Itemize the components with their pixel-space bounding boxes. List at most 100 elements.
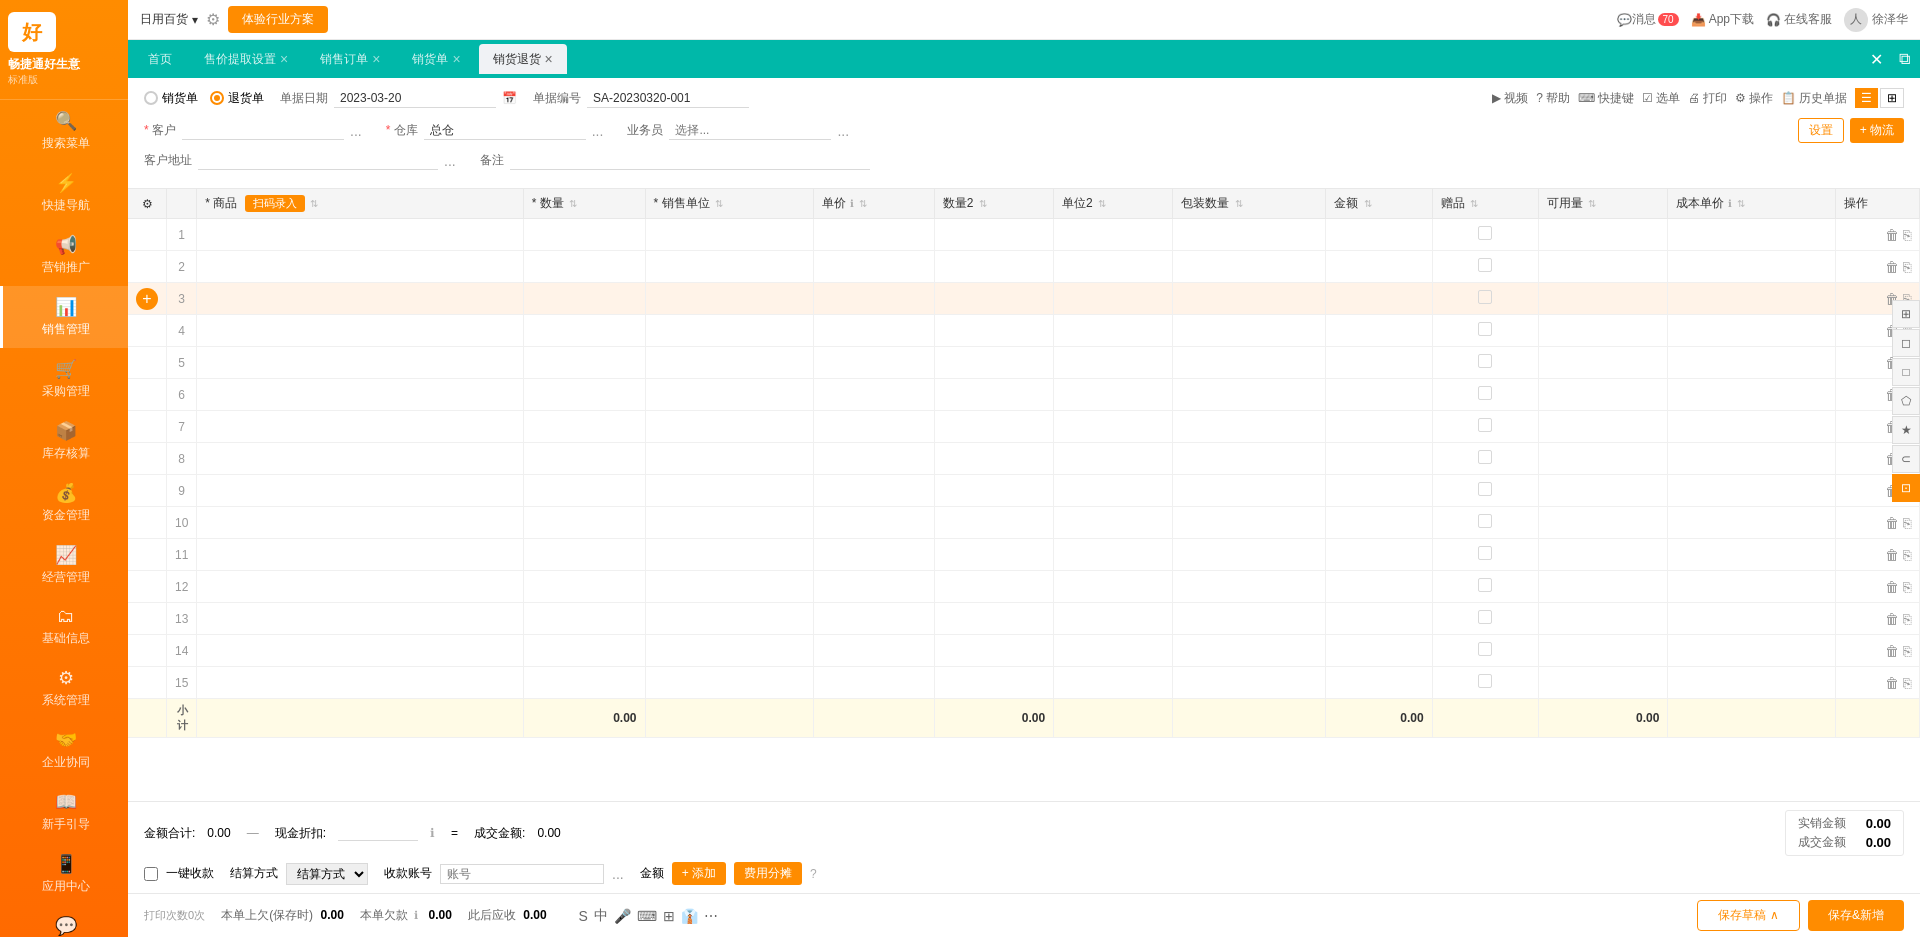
copy-row-btn[interactable]: ⎘	[1903, 643, 1911, 659]
product-cell[interactable]	[197, 539, 523, 571]
cost-price-cell[interactable]	[1668, 475, 1835, 507]
radio-return[interactable]: 退货单	[210, 90, 264, 107]
gift-checkbox[interactable]	[1478, 514, 1492, 528]
available-cell[interactable]	[1538, 443, 1668, 475]
gift-cell[interactable]	[1432, 571, 1538, 603]
gift-checkbox[interactable]	[1478, 290, 1492, 304]
amount-cell[interactable]	[1326, 603, 1432, 635]
cost-price-cell[interactable]	[1668, 443, 1835, 475]
online-service-btn[interactable]: 🎧 在线客服	[1766, 11, 1832, 28]
keyboard2-icon[interactable]: ⌨	[637, 908, 657, 924]
available-cell[interactable]	[1538, 219, 1668, 251]
sidebar-item-appstore[interactable]: 📱 应用中心	[0, 843, 128, 905]
cost-price-cell[interactable]	[1668, 571, 1835, 603]
cost-price-cell[interactable]	[1668, 507, 1835, 539]
pack-qty-cell[interactable]	[1173, 667, 1326, 699]
address-input[interactable]	[198, 151, 438, 170]
unit-cell[interactable]	[645, 219, 814, 251]
pack-qty-cell[interactable]	[1173, 251, 1326, 283]
sidebar-item-shortcut[interactable]: ⚡ 快捷导航	[0, 162, 128, 224]
qty2-cell[interactable]	[934, 571, 1053, 603]
product-cell[interactable]	[197, 667, 523, 699]
gift-checkbox[interactable]	[1478, 418, 1492, 432]
unit-cell[interactable]	[645, 411, 814, 443]
float-btn-4[interactable]: ⬠	[1892, 387, 1920, 415]
qty2-cell[interactable]	[934, 443, 1053, 475]
add-row-btn[interactable]: +	[136, 288, 158, 310]
sougou-icon[interactable]: S	[579, 908, 588, 924]
qty2-cell[interactable]	[934, 539, 1053, 571]
available-cell[interactable]	[1538, 635, 1668, 667]
gift-checkbox[interactable]	[1478, 674, 1492, 688]
pack-qty-cell[interactable]	[1173, 315, 1326, 347]
amount-cell[interactable]	[1326, 571, 1432, 603]
product-cell[interactable]	[197, 315, 523, 347]
sidebar-item-basic[interactable]: 🗂 基础信息	[0, 596, 128, 657]
notification-btn[interactable]: 💬 消息 70	[1617, 11, 1679, 28]
product-cell[interactable]	[197, 635, 523, 667]
product-cell[interactable]	[197, 571, 523, 603]
copy-row-btn[interactable]: ⎘	[1903, 675, 1911, 691]
gift-cell[interactable]	[1432, 507, 1538, 539]
unit-cell[interactable]	[645, 315, 814, 347]
qty2-sort-icon[interactable]: ⇅	[979, 198, 987, 209]
one-key-payment-checkbox[interactable]	[144, 867, 158, 881]
account-input[interactable]	[440, 864, 604, 884]
available-cell[interactable]	[1538, 571, 1668, 603]
tab-sales-order-close[interactable]: ×	[372, 51, 380, 67]
unit2-cell[interactable]	[1054, 635, 1173, 667]
settlement-method-select[interactable]: 结算方式	[286, 863, 368, 885]
tab-price-setup[interactable]: 售价提取设置 ×	[190, 44, 302, 74]
gift-checkbox[interactable]	[1478, 482, 1492, 496]
float-btn-6[interactable]: ⊂	[1892, 445, 1920, 473]
available-cell[interactable]	[1538, 507, 1668, 539]
unit2-cell[interactable]	[1054, 443, 1173, 475]
amount-cell[interactable]	[1326, 443, 1432, 475]
available-cell[interactable]	[1538, 251, 1668, 283]
gift-checkbox[interactable]	[1478, 354, 1492, 368]
pack-qty-cell[interactable]	[1173, 475, 1326, 507]
product-cell[interactable]	[197, 603, 523, 635]
price-cell[interactable]	[814, 347, 935, 379]
add-payment-btn[interactable]: + 添加	[672, 862, 726, 885]
sidebar-item-wechat[interactable]: 💬 企业微信	[0, 905, 128, 937]
radio-invoice[interactable]: 销货单	[144, 90, 198, 107]
product-input[interactable]	[205, 292, 514, 306]
unit-cell[interactable]	[645, 539, 814, 571]
float-btn-orange[interactable]: ⊡	[1892, 474, 1920, 502]
unit2-cell[interactable]	[1054, 507, 1173, 539]
gear-settings-icon[interactable]: ⚙	[206, 10, 220, 29]
unit2-cell[interactable]	[1054, 315, 1173, 347]
gift-cell[interactable]	[1432, 283, 1538, 315]
amount-cell[interactable]	[1326, 475, 1432, 507]
amount-cell[interactable]	[1326, 539, 1432, 571]
price-cell[interactable]	[814, 251, 935, 283]
chinese-icon[interactable]: 中	[594, 907, 608, 925]
pack-qty-cell[interactable]	[1173, 411, 1326, 443]
settings-button[interactable]: 设置	[1798, 118, 1844, 143]
qty2-cell[interactable]	[934, 603, 1053, 635]
pack-qty-cell[interactable]	[1173, 603, 1326, 635]
cost-sort-icon[interactable]: ⇅	[1737, 198, 1745, 209]
product-cell[interactable]	[197, 251, 523, 283]
qty2-cell[interactable]	[934, 379, 1053, 411]
tab-home[interactable]: 首页	[134, 44, 186, 74]
unit2-cell[interactable]	[1054, 411, 1173, 443]
cash-discount-input[interactable]	[338, 826, 418, 841]
save-draft-button[interactable]: 保存草稿 ∧	[1697, 900, 1800, 931]
warehouse-ellipsis-btn[interactable]: ...	[592, 123, 604, 139]
cost-price-cell[interactable]	[1668, 219, 1835, 251]
amount-cell[interactable]	[1326, 347, 1432, 379]
quantity-cell[interactable]	[523, 475, 645, 507]
delete-row-btn[interactable]: 🗑	[1885, 259, 1899, 275]
qty2-cell[interactable]	[934, 283, 1053, 315]
available-cell[interactable]	[1538, 411, 1668, 443]
cost-price-cell[interactable]	[1668, 347, 1835, 379]
sidebar-item-sales[interactable]: 📊 销售管理	[0, 286, 128, 348]
unit2-cell[interactable]	[1054, 475, 1173, 507]
sidebar-item-purchase[interactable]: 🛒 采购管理	[0, 348, 128, 410]
product-cell[interactable]	[197, 219, 523, 251]
available-cell[interactable]	[1538, 603, 1668, 635]
sidebar-item-guide[interactable]: 📖 新手引导	[0, 781, 128, 843]
quantity-cell[interactable]	[523, 443, 645, 475]
